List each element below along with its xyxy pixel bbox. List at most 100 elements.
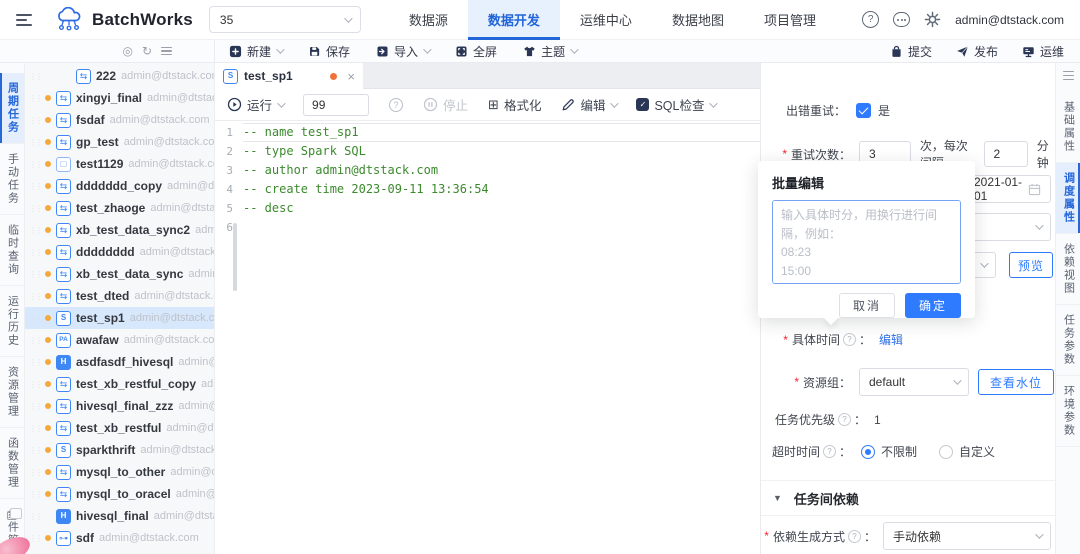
- left-tab[interactable]: 函数管理: [0, 428, 24, 499]
- preview-button[interactable]: 预览: [1009, 252, 1053, 278]
- nav-tab[interactable]: 运维中心: [560, 0, 652, 40]
- tree-item[interactable]: ⋮⋮ ⇆ test_xb_restful admin@dtstack.com: [25, 417, 214, 439]
- tree-item[interactable]: ⋮⋮ ⇆ fsdaf admin@dtstack.com: [25, 109, 214, 131]
- close-tab-icon[interactable]: ×: [347, 70, 355, 83]
- sql-editor[interactable]: 1 -- name test_sp1 2 -- type Spark SQL 3…: [215, 121, 760, 237]
- tree-item[interactable]: ⋮⋮ ⇆ hivesql_final_zzz admin@dtstack.com: [25, 395, 214, 417]
- retry-interval-input[interactable]: 2: [983, 141, 1028, 167]
- tree-item[interactable]: ⋮⋮ H hivesql_final admin@dtstack.com: [25, 505, 214, 527]
- editor-tab[interactable]: S test_sp1 ×: [215, 63, 363, 89]
- help-icon[interactable]: ?: [862, 11, 880, 28]
- drag-handle-icon[interactable]: ⋮⋮: [29, 160, 43, 169]
- refresh-icon[interactable]: ↻: [142, 45, 152, 57]
- run-limit-input[interactable]: [303, 93, 370, 116]
- feedback-icon[interactable]: [893, 12, 911, 27]
- tree-item[interactable]: ⋮⋮ H asdfasdf_hivesql admin@dtstack.com: [25, 351, 214, 373]
- drag-handle-icon[interactable]: ⋮⋮: [29, 490, 43, 499]
- tree-item[interactable]: ⋮⋮ ⇆ dddddddd admin@dtstack.com: [25, 241, 214, 263]
- drag-handle-icon[interactable]: ⋮⋮: [29, 402, 43, 411]
- nav-tab[interactable]: 数据源: [389, 0, 468, 40]
- drag-handle-icon[interactable]: ⋮⋮: [29, 292, 43, 301]
- drag-handle-icon[interactable]: ⋮⋮: [29, 512, 43, 521]
- drag-handle-icon[interactable]: ⋮⋮: [29, 380, 43, 389]
- drag-handle-icon[interactable]: ⋮⋮: [29, 116, 43, 125]
- right-tab[interactable]: 基础属性: [1056, 92, 1080, 163]
- right-tab[interactable]: 调度属性: [1056, 163, 1080, 234]
- left-tab[interactable]: 资源管理: [0, 357, 24, 428]
- resource-select[interactable]: default: [859, 368, 969, 396]
- toolbar-button[interactable]: 提交: [890, 43, 932, 60]
- tree-item[interactable]: ⋮⋮ ⇆ mysql_to_other admin@dtstack.com: [25, 461, 214, 483]
- tree-item[interactable]: ⋮⋮ ⇆ xingyi_final admin@dtstack.com: [25, 87, 214, 109]
- collapse-caret-icon[interactable]: ▼: [773, 493, 782, 503]
- tree-item[interactable]: ⋮⋮ ⇆ mysql_to_oracel admin@dtstack.com: [25, 483, 214, 505]
- tree-item[interactable]: ⋮⋮ ▢ test1129 admin@dtstack.com: [25, 153, 214, 175]
- toolbar-button[interactable]: 全屏: [455, 43, 497, 60]
- tree-item[interactable]: ⋮⋮ S test_sp1 admin@dtstack.com: [25, 307, 214, 329]
- drag-handle-icon[interactable]: ⋮⋮: [29, 468, 43, 477]
- tree-item[interactable]: ⋮⋮ PA awafaw admin@dtstack.com: [25, 329, 214, 351]
- settings-gear-icon[interactable]: [924, 11, 941, 28]
- view-watermark-button[interactable]: 查看水位: [978, 369, 1054, 395]
- drag-handle-icon[interactable]: ⋮⋮: [29, 182, 43, 191]
- sql-check-button[interactable]: ✓ SQL检查: [636, 95, 719, 114]
- tree-item[interactable]: ⋮⋮ ⇆ xb_test_data_sync admin@dtstack.com: [25, 263, 214, 285]
- tree-item[interactable]: ⋮⋮ ⊶ sdf admin@dtstack.com: [25, 527, 214, 549]
- dependency-mode-select[interactable]: 手动依赖: [883, 522, 1051, 550]
- left-tab[interactable]: 运行历史: [0, 286, 24, 357]
- toolbar-button[interactable]: 新建: [229, 43, 285, 60]
- timeout-unlimited-radio[interactable]: [861, 444, 875, 459]
- right-tab[interactable]: 环境参数: [1056, 376, 1080, 447]
- drag-handle-icon[interactable]: ⋮⋮: [29, 314, 43, 323]
- tree-item[interactable]: ⋮⋮ ⇆ test_dted admin@dtstack.com: [25, 285, 214, 307]
- list-view-icon[interactable]: [161, 46, 172, 56]
- tree-scrollbar[interactable]: [233, 223, 237, 291]
- timeout-custom-radio[interactable]: [939, 444, 954, 459]
- retry-checkbox[interactable]: [856, 103, 871, 118]
- format-button[interactable]: ⊞ 格式化: [488, 95, 541, 114]
- user-account[interactable]: admin@dtstack.com: [955, 13, 1064, 27]
- tree-item[interactable]: ⋮⋮ ⇆ test_zhaoge admin@dtstack.com: [25, 197, 214, 219]
- nav-tab[interactable]: 项目管理: [744, 0, 836, 40]
- edit-button[interactable]: 编辑: [561, 95, 620, 114]
- drag-handle-icon[interactable]: ⋮⋮: [29, 138, 43, 147]
- confirm-button[interactable]: 确定: [904, 293, 961, 318]
- help-circle-icon[interactable]: ?: [389, 97, 404, 112]
- toolbar-button[interactable]: 运维: [1022, 43, 1064, 60]
- edit-time-link[interactable]: 编辑: [879, 331, 903, 348]
- drag-handle-icon[interactable]: ⋮⋮: [29, 446, 43, 455]
- run-button[interactable]: 运行: [227, 95, 286, 114]
- nav-tab[interactable]: 数据开发: [467, 0, 560, 40]
- left-tab[interactable]: 周期任务: [0, 73, 24, 144]
- batch-edit-textarea[interactable]: [772, 200, 961, 284]
- drag-handle-icon[interactable]: ⋮⋮: [29, 358, 43, 367]
- toolbar-button[interactable]: 导入: [376, 43, 432, 60]
- drag-handle-icon[interactable]: ⋮⋮: [29, 336, 43, 345]
- workspace-select[interactable]: 35: [208, 6, 361, 33]
- dependency-section-header[interactable]: ▼ 任务间依赖: [761, 487, 1056, 509]
- drag-handle-icon[interactable]: ⋮⋮: [29, 534, 43, 543]
- drag-handle-icon[interactable]: ⋮⋮: [29, 270, 43, 279]
- toolbar-button[interactable]: 保存: [308, 43, 350, 60]
- tree-item[interactable]: ⋮⋮ ⇆ xb_test_data_sync2 admin@dtstack.co…: [25, 219, 214, 241]
- menu-collapse-icon[interactable]: [16, 13, 32, 26]
- cancel-button[interactable]: 取消: [838, 293, 895, 318]
- drag-handle-icon[interactable]: ⋮⋮: [29, 248, 43, 257]
- collapse-panel-icon[interactable]: [7, 508, 22, 520]
- tree-item[interactable]: ⋮⋮ ⇆ ddddddd_copy admin@dtstack.com: [25, 175, 214, 197]
- drag-handle-icon[interactable]: ⋮⋮: [29, 72, 43, 81]
- stop-button[interactable]: 停止: [423, 95, 468, 114]
- locate-icon[interactable]: ◎: [122, 45, 132, 57]
- drag-handle-icon[interactable]: ⋮⋮: [29, 226, 43, 235]
- tree-item[interactable]: ⋮⋮ ⇆ gp_test admin@dtstack.com: [25, 131, 214, 153]
- drag-handle-icon[interactable]: ⋮⋮: [29, 94, 43, 103]
- drag-handle-icon[interactable]: ⋮⋮: [29, 204, 43, 213]
- tree-item[interactable]: ⋮⋮ ⇆ 222 admin@dtstack.com: [25, 65, 214, 87]
- left-tab[interactable]: 临时查询: [0, 215, 24, 286]
- drag-handle-icon[interactable]: ⋮⋮: [29, 424, 43, 433]
- left-tab[interactable]: 手动任务: [0, 144, 24, 215]
- toolbar-button[interactable]: 主题: [523, 43, 579, 60]
- right-tab[interactable]: 依赖视图: [1056, 234, 1080, 305]
- panel-list-icon[interactable]: [1062, 71, 1074, 80]
- toolbar-button[interactable]: 发布: [956, 43, 998, 60]
